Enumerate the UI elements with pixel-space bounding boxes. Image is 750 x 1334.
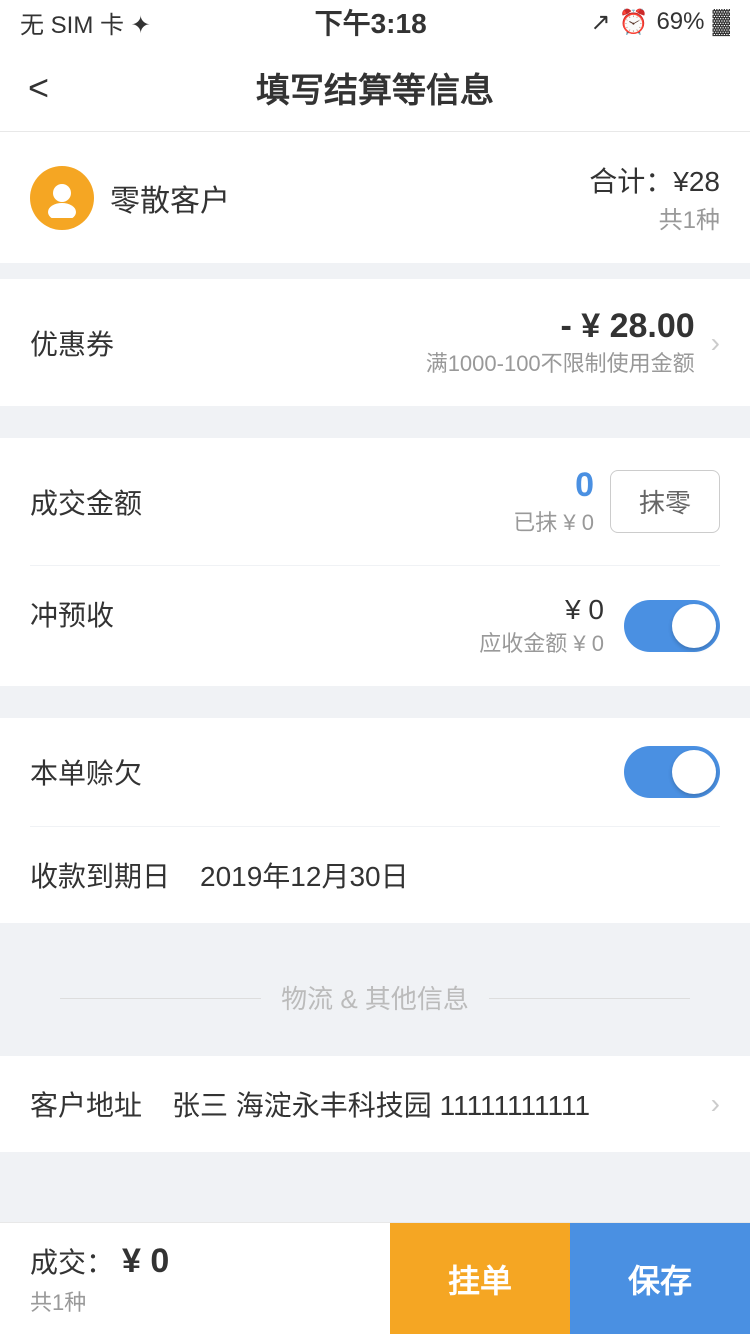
- back-button[interactable]: <: [28, 67, 49, 109]
- customer-name: 零散客户: [110, 176, 230, 220]
- total-count: 共1种: [589, 200, 720, 235]
- separator-4: [0, 1040, 750, 1056]
- save-button[interactable]: 保存: [570, 1223, 750, 1334]
- address-label: 客户地址: [30, 1084, 142, 1124]
- pending-button[interactable]: 挂单: [390, 1223, 570, 1334]
- bottom-summary: 成交： ¥ 0 共1种: [0, 1241, 390, 1317]
- transaction-sub: 已抹 ¥ 0: [513, 505, 594, 537]
- due-date-value: 2019年12月30日: [200, 855, 409, 895]
- status-left: 无 SIM 卡 ✦: [20, 5, 151, 40]
- status-time: 下午3:18: [315, 2, 427, 42]
- prepayment-row: 冲预收 ¥ 0 应收金额 ¥ 0: [0, 566, 750, 686]
- debt-card: 本单赊欠 收款到期日 2019年12月30日: [0, 718, 750, 923]
- bottom-summary-main: 成交： ¥ 0: [30, 1241, 360, 1281]
- logistics-title: 物流 & 其他信息: [261, 984, 489, 1014]
- separator-1: [0, 422, 750, 438]
- coupon-amount: - ¥ 28.00: [426, 307, 695, 346]
- address-row[interactable]: 客户地址 张三 海淀永丰科技园 11111111111 ›: [0, 1056, 750, 1152]
- debt-row: 本单赊欠: [0, 718, 750, 826]
- round-button[interactable]: 抹零: [610, 470, 720, 533]
- prepayment-value: ¥ 0: [479, 594, 604, 626]
- coupon-row[interactable]: 优惠券 - ¥ 28.00 满1000-100不限制使用金额 ›: [0, 279, 750, 406]
- coupon-chevron-icon: ›: [711, 327, 720, 359]
- coupon-label: 优惠券: [30, 323, 114, 363]
- prepayment-sub: 应收金额 ¥ 0: [479, 626, 604, 658]
- location-icon: ↗: [590, 8, 610, 37]
- alarm-icon: ⏰: [619, 8, 649, 37]
- transaction-amount-row: 成交金额 0 已抹 ¥ 0 抹零: [0, 438, 750, 565]
- status-bar: 无 SIM 卡 ✦ 下午3:18 ↗ ⏰ 69% ▓: [0, 0, 750, 44]
- page-title: 填写结算等信息: [256, 63, 494, 112]
- separator-3: [0, 939, 750, 955]
- customer-card: 零散客户 合计：¥28 共1种: [0, 132, 750, 263]
- separator-2: [0, 702, 750, 718]
- battery-icon: ▓: [713, 8, 731, 36]
- prepayment-toggle[interactable]: [624, 600, 720, 652]
- coupon-card: 优惠券 - ¥ 28.00 满1000-100不限制使用金额 ›: [0, 279, 750, 406]
- transaction-right: 0 已抹 ¥ 0 抹零: [142, 466, 720, 537]
- transaction-value-col: 0 已抹 ¥ 0: [513, 466, 594, 537]
- prepayment-right: ¥ 0 应收金额 ¥ 0: [479, 594, 604, 658]
- debt-toggle[interactable]: [624, 746, 720, 798]
- address-card: 客户地址 张三 海淀永丰科技园 11111111111 ›: [0, 1056, 750, 1152]
- battery-label: 69%: [656, 8, 704, 36]
- due-date-label: 收款到期日: [30, 855, 170, 895]
- customer-row[interactable]: 零散客户 合计：¥28 共1种: [0, 132, 750, 263]
- coupon-right: - ¥ 28.00 满1000-100不限制使用金额 ›: [114, 307, 720, 378]
- bottom-bar: 成交： ¥ 0 共1种 挂单 保存: [0, 1222, 750, 1334]
- total-amount: 合计：¥28: [589, 160, 720, 200]
- address-value: 张三 海淀永丰科技园 11111111111: [172, 1084, 711, 1124]
- transaction-value: 0: [513, 466, 594, 505]
- prepayment-label: 冲预收: [30, 594, 114, 634]
- summary-count: 共1种: [30, 1285, 360, 1317]
- summary-amount: ¥ 0: [122, 1242, 169, 1281]
- customer-avatar: [30, 166, 94, 230]
- transaction-label: 成交金额: [30, 482, 142, 522]
- sim-label: 无 SIM 卡 ✦: [20, 5, 151, 40]
- coupon-value-col: - ¥ 28.00 满1000-100不限制使用金额: [426, 307, 695, 378]
- content-area: 零散客户 合计：¥28 共1种 优惠券 - ¥ 28.00 满1000-100不…: [0, 132, 750, 1288]
- summary-label: 成交：: [30, 1241, 114, 1281]
- debt-label: 本单赊欠: [30, 752, 142, 792]
- logistics-header: 物流 & 其他信息: [0, 955, 750, 1040]
- transaction-card: 成交金额 0 已抹 ¥ 0 抹零 冲预收 ¥ 0 应收金额 ¥ 0: [0, 438, 750, 686]
- nav-bar: < 填写结算等信息: [0, 44, 750, 132]
- due-date-row[interactable]: 收款到期日 2019年12月30日: [0, 827, 750, 923]
- customer-total: 合计：¥28 共1种: [589, 160, 720, 235]
- status-right: ↗ ⏰ 69% ▓: [590, 8, 730, 37]
- customer-left: 零散客户: [30, 166, 230, 230]
- address-chevron-icon: ›: [711, 1088, 720, 1120]
- coupon-note: 满1000-100不限制使用金额: [426, 346, 695, 378]
